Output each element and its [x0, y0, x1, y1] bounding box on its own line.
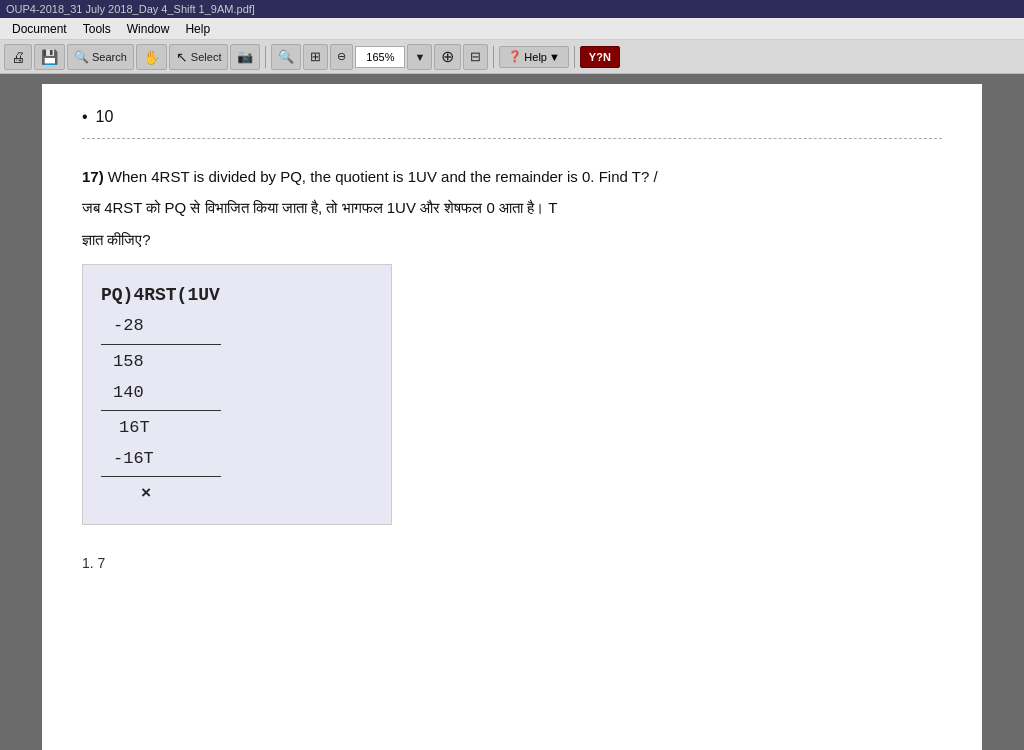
zoom-search-icon	[278, 49, 294, 64]
circle-button[interactable]	[434, 44, 461, 70]
solution-line-3: 158	[101, 347, 373, 378]
footer-text: 1. 7	[82, 555, 105, 571]
solution-line-5: 16T	[101, 413, 373, 444]
toolbar: Search Select ⊞ ⊖ 165% ▼ ⊟ ❓ Help ▼ Y?N	[0, 40, 1024, 74]
page-layout-button[interactable]: ⊟	[463, 44, 488, 70]
menu-document[interactable]: Document	[4, 20, 75, 38]
dropdown-arrow-icon: ▼	[414, 51, 425, 63]
question-text-hindi-1: जब 4RST को PQ से विभाजित किया जाता है, त…	[82, 195, 942, 221]
separator-2	[493, 46, 494, 68]
zoom-minus-button[interactable]: ⊖	[330, 44, 353, 70]
select-button[interactable]: Select	[169, 44, 229, 70]
solution-divider-2	[101, 410, 221, 411]
menu-help[interactable]: Help	[177, 20, 218, 38]
hand-icon	[143, 49, 160, 65]
help-dropdown-icon: ▼	[549, 51, 560, 63]
solution-box: PQ)4RST(1UV -28 158 140 16T -16T ×	[82, 264, 392, 525]
search-icon	[74, 50, 89, 64]
help-button[interactable]: ❓ Help ▼	[499, 46, 569, 68]
yn-label: Y?N	[589, 51, 611, 63]
title-text: OUP4-2018_31 July 2018_Day 4_Shift 1_9AM…	[6, 3, 255, 15]
fit-button[interactable]: ⊞	[303, 44, 328, 70]
print-button[interactable]	[4, 44, 32, 70]
main-content: • 10 17) When 4RST is divided by PQ, the…	[0, 74, 1024, 750]
yn-button[interactable]: Y?N	[580, 46, 620, 68]
bullet-value: 10	[96, 108, 114, 126]
separator-3	[574, 46, 575, 68]
camera-button[interactable]	[230, 44, 260, 70]
zoom-value: 165%	[366, 51, 394, 63]
pdf-page: • 10 17) When 4RST is divided by PQ, the…	[42, 84, 982, 750]
solution-line-7: ×	[101, 479, 373, 510]
question-block: 17) When 4RST is divided by PQ, the quot…	[82, 155, 942, 535]
solution-divider-3	[101, 476, 221, 477]
help-circle-icon: ❓	[508, 50, 522, 63]
solution-line-6: -16T	[101, 444, 373, 475]
minus-icon: ⊖	[337, 50, 346, 63]
bullet-dot: •	[82, 108, 88, 126]
question-text-english: 17) When 4RST is divided by PQ, the quot…	[82, 165, 942, 189]
menu-tools[interactable]: Tools	[75, 20, 119, 38]
zoom-dropdown-button[interactable]: ▼	[407, 44, 432, 70]
title-bar: OUP4-2018_31 July 2018_Day 4_Shift 1_9AM…	[0, 0, 1024, 18]
question-text-hindi-2: ज्ञात कीजिए?	[82, 227, 942, 253]
bullet-item: • 10	[82, 104, 942, 130]
solution-line-4: 140	[101, 378, 373, 409]
menu-bar: Document Tools Window Help	[0, 18, 1024, 40]
help-label: Help	[524, 51, 547, 63]
zoom-level-display: 165%	[355, 46, 405, 68]
solution-line-1: PQ)4RST(1UV	[101, 279, 373, 311]
zoom-out-button[interactable]	[271, 44, 301, 70]
fit-icon: ⊞	[310, 49, 321, 64]
page-footer: 1. 7	[82, 555, 942, 571]
save-button[interactable]	[34, 44, 65, 70]
solution-line-2: -28	[101, 311, 373, 342]
circle-icon	[441, 47, 454, 66]
menu-window[interactable]: Window	[119, 20, 178, 38]
separator-1	[265, 46, 266, 68]
dashed-separator	[82, 138, 942, 139]
question-number: 17)	[82, 168, 104, 185]
search-label: Search	[92, 51, 127, 63]
search-button[interactable]: Search	[67, 44, 134, 70]
camera-icon	[237, 49, 253, 64]
print-icon	[11, 49, 25, 65]
select-icon	[176, 49, 188, 65]
layout-icon: ⊟	[470, 49, 481, 64]
save-icon	[41, 49, 58, 65]
solution-divider-1	[101, 344, 221, 345]
question-english-content: When 4RST is divided by PQ, the quotient…	[108, 168, 658, 185]
select-label: Select	[191, 51, 222, 63]
hand-tool-button[interactable]	[136, 44, 167, 70]
